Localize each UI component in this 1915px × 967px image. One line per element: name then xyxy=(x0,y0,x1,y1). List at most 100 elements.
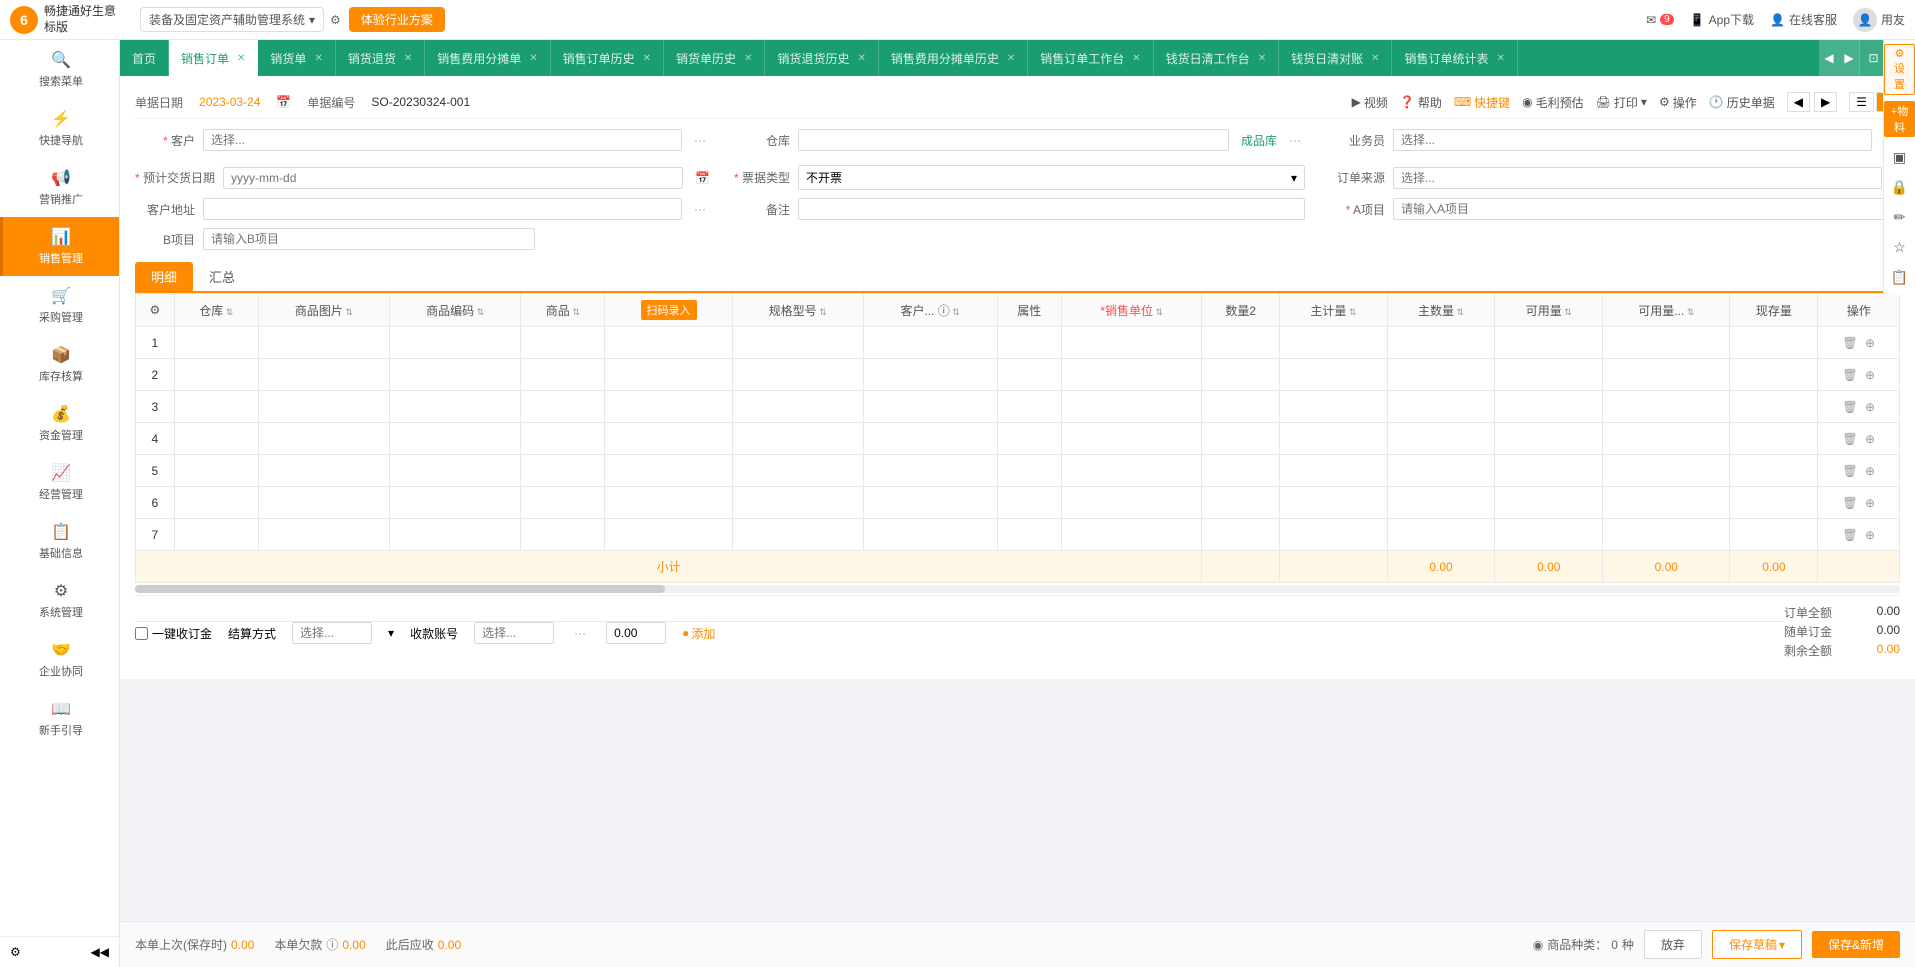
tab-close-icon[interactable]: ✕ xyxy=(314,53,322,64)
tab-sales-stats[interactable]: 销售订单统计表 ✕ xyxy=(1392,40,1517,76)
row-main-qty[interactable] xyxy=(1387,327,1495,359)
col-settings[interactable]: ⚙ xyxy=(136,294,175,327)
solution-button[interactable]: 体验行业方案 xyxy=(349,7,445,32)
sidebar-item-purchase[interactable]: 🛒 采购管理 xyxy=(0,276,119,335)
row-unit[interactable] xyxy=(1062,487,1202,519)
account-more-icon[interactable]: ··· xyxy=(570,626,590,640)
sidebar-item-enterprise[interactable]: 🤝 企业协同 xyxy=(0,630,119,689)
list-view-button[interactable]: ☰ xyxy=(1849,92,1874,112)
row-attr[interactable] xyxy=(997,519,1062,551)
save-new-button[interactable]: 保存&新增 xyxy=(1812,931,1900,958)
row-available2[interactable] xyxy=(1603,359,1730,391)
tab-sales-workbench[interactable]: 销售订单工作台 ✕ xyxy=(1028,40,1153,76)
row-customer-code[interactable] xyxy=(863,327,997,359)
row-main-qty[interactable] xyxy=(1387,487,1495,519)
row-customer-code[interactable] xyxy=(863,455,997,487)
row-spec[interactable] xyxy=(732,327,863,359)
row-name[interactable] xyxy=(521,391,605,423)
add-button[interactable]: ● 添加 xyxy=(682,625,715,642)
warehouse-more-icon[interactable]: ··· xyxy=(1285,133,1305,147)
tab-close-icon[interactable]: ✕ xyxy=(1132,53,1140,64)
sidebar-item-finance[interactable]: 💰 资金管理 xyxy=(0,394,119,453)
tab-summary[interactable]: 汇总 xyxy=(193,262,251,291)
row-attr[interactable] xyxy=(997,391,1062,423)
user-menu[interactable]: 👤 用友 xyxy=(1853,8,1905,32)
copy-icon[interactable]: ⊕ xyxy=(1865,368,1875,382)
row-unit[interactable] xyxy=(1062,519,1202,551)
print-button[interactable]: 🖨 打印 ▾ xyxy=(1596,94,1647,111)
row-code[interactable] xyxy=(390,487,521,519)
row-qty2[interactable] xyxy=(1202,359,1280,391)
sidebar-item-system[interactable]: ⚙ 系统管理 xyxy=(0,571,119,630)
tab-close-icon[interactable]: ✕ xyxy=(744,53,752,64)
copy-icon[interactable]: ⊕ xyxy=(1865,432,1875,446)
address-input[interactable] xyxy=(203,198,682,220)
discard-button[interactable]: 放弃 xyxy=(1644,930,1702,959)
tab-detail[interactable]: 明细 xyxy=(135,262,193,291)
copy-icon[interactable]: ⊕ xyxy=(1865,464,1875,478)
row-stock[interactable] xyxy=(1730,391,1818,423)
calendar-icon[interactable]: 📅 xyxy=(276,95,291,109)
row-qty2[interactable] xyxy=(1202,423,1280,455)
rp-icon-1[interactable]: ▣ xyxy=(1886,143,1914,171)
row-stock[interactable] xyxy=(1730,455,1818,487)
tab-sales-return[interactable]: 销货退货 ✕ xyxy=(336,40,425,76)
col-image[interactable]: 商品图片 xyxy=(258,294,389,327)
row-available2[interactable] xyxy=(1603,391,1730,423)
row-warehouse[interactable] xyxy=(174,487,258,519)
delete-icon[interactable]: 🗑 xyxy=(1842,336,1857,350)
tab-close-icon[interactable]: ✕ xyxy=(1007,53,1015,64)
tab-close-icon[interactable]: ✕ xyxy=(1497,53,1505,64)
row-main-unit[interactable] xyxy=(1280,487,1388,519)
row-available[interactable] xyxy=(1495,391,1603,423)
row-unit[interactable] xyxy=(1062,391,1202,423)
tab-return-history[interactable]: 销货退货历史 ✕ xyxy=(765,40,878,76)
row-attr[interactable] xyxy=(997,423,1062,455)
tab-close-icon[interactable]: ✕ xyxy=(404,53,412,64)
salesperson-input[interactable] xyxy=(1393,129,1872,151)
row-warehouse[interactable] xyxy=(174,391,258,423)
profit-button[interactable]: ◉ 毛利预估 xyxy=(1522,94,1584,111)
tab-home[interactable]: 首页 xyxy=(120,40,169,76)
tab-prev-button[interactable]: ◀ xyxy=(1819,40,1839,76)
col-customer-code[interactable]: 客户... ⓘ xyxy=(863,294,997,327)
col-unit[interactable]: *销售单位 xyxy=(1062,294,1202,327)
quickpay-checkbox[interactable]: 一键收订金 xyxy=(135,625,212,642)
tab-close-icon[interactable]: ✕ xyxy=(1371,53,1379,64)
col-code[interactable]: 商品编码 xyxy=(390,294,521,327)
row-main-qty[interactable] xyxy=(1387,391,1495,423)
tab-expense-history[interactable]: 销售费用分摊单历史 ✕ xyxy=(879,40,1028,76)
history-button[interactable]: 🕐 历史单据 xyxy=(1709,94,1775,111)
current-debt-icon[interactable]: ⓘ xyxy=(326,936,338,953)
row-warehouse[interactable] xyxy=(174,423,258,455)
sidebar-item-sales[interactable]: 📊 销售管理 xyxy=(0,217,119,276)
rp-icon-4[interactable]: ☆ xyxy=(1886,233,1914,261)
rp-icon-3[interactable]: ✏ xyxy=(1886,203,1914,231)
col-spec[interactable]: 规格型号 xyxy=(732,294,863,327)
sidebar-item-search[interactable]: 🔍 搜索菜单 xyxy=(0,40,119,99)
tab-sales-order-history[interactable]: 销售订单历史 ✕ xyxy=(551,40,664,76)
tab-close-icon[interactable]: ✕ xyxy=(1258,53,1266,64)
col-name[interactable]: 商品 xyxy=(521,294,605,327)
prev-record-button[interactable]: ◀ xyxy=(1787,92,1810,112)
calendar-date-icon[interactable]: 📅 xyxy=(695,171,710,185)
sidebar-item-marketing[interactable]: 📢 营销推广 xyxy=(0,158,119,217)
sidebar-item-basic-info[interactable]: 📋 基础信息 xyxy=(0,512,119,571)
delete-icon[interactable]: 🗑 xyxy=(1842,496,1857,510)
delivery-date-input[interactable] xyxy=(223,167,683,189)
payment-method-input[interactable] xyxy=(292,622,372,644)
add-material-btn[interactable]: +物料 xyxy=(1884,101,1915,137)
row-warehouse[interactable] xyxy=(174,455,258,487)
row-stock[interactable] xyxy=(1730,519,1818,551)
row-code[interactable] xyxy=(390,455,521,487)
row-available2[interactable] xyxy=(1603,487,1730,519)
tab-sales-order[interactable]: 销售订单 ✕ xyxy=(169,40,258,76)
row-customer-code[interactable] xyxy=(863,487,997,519)
row-spec[interactable] xyxy=(732,487,863,519)
row-spec[interactable] xyxy=(732,519,863,551)
sidebar-item-quick-nav[interactable]: ⚡ 快捷导航 xyxy=(0,99,119,158)
tab-sales-expense[interactable]: 销售费用分摊单 ✕ xyxy=(425,40,550,76)
horizontal-scrollbar[interactable] xyxy=(135,585,1900,593)
row-main-unit[interactable] xyxy=(1280,391,1388,423)
row-main-unit[interactable] xyxy=(1280,423,1388,455)
